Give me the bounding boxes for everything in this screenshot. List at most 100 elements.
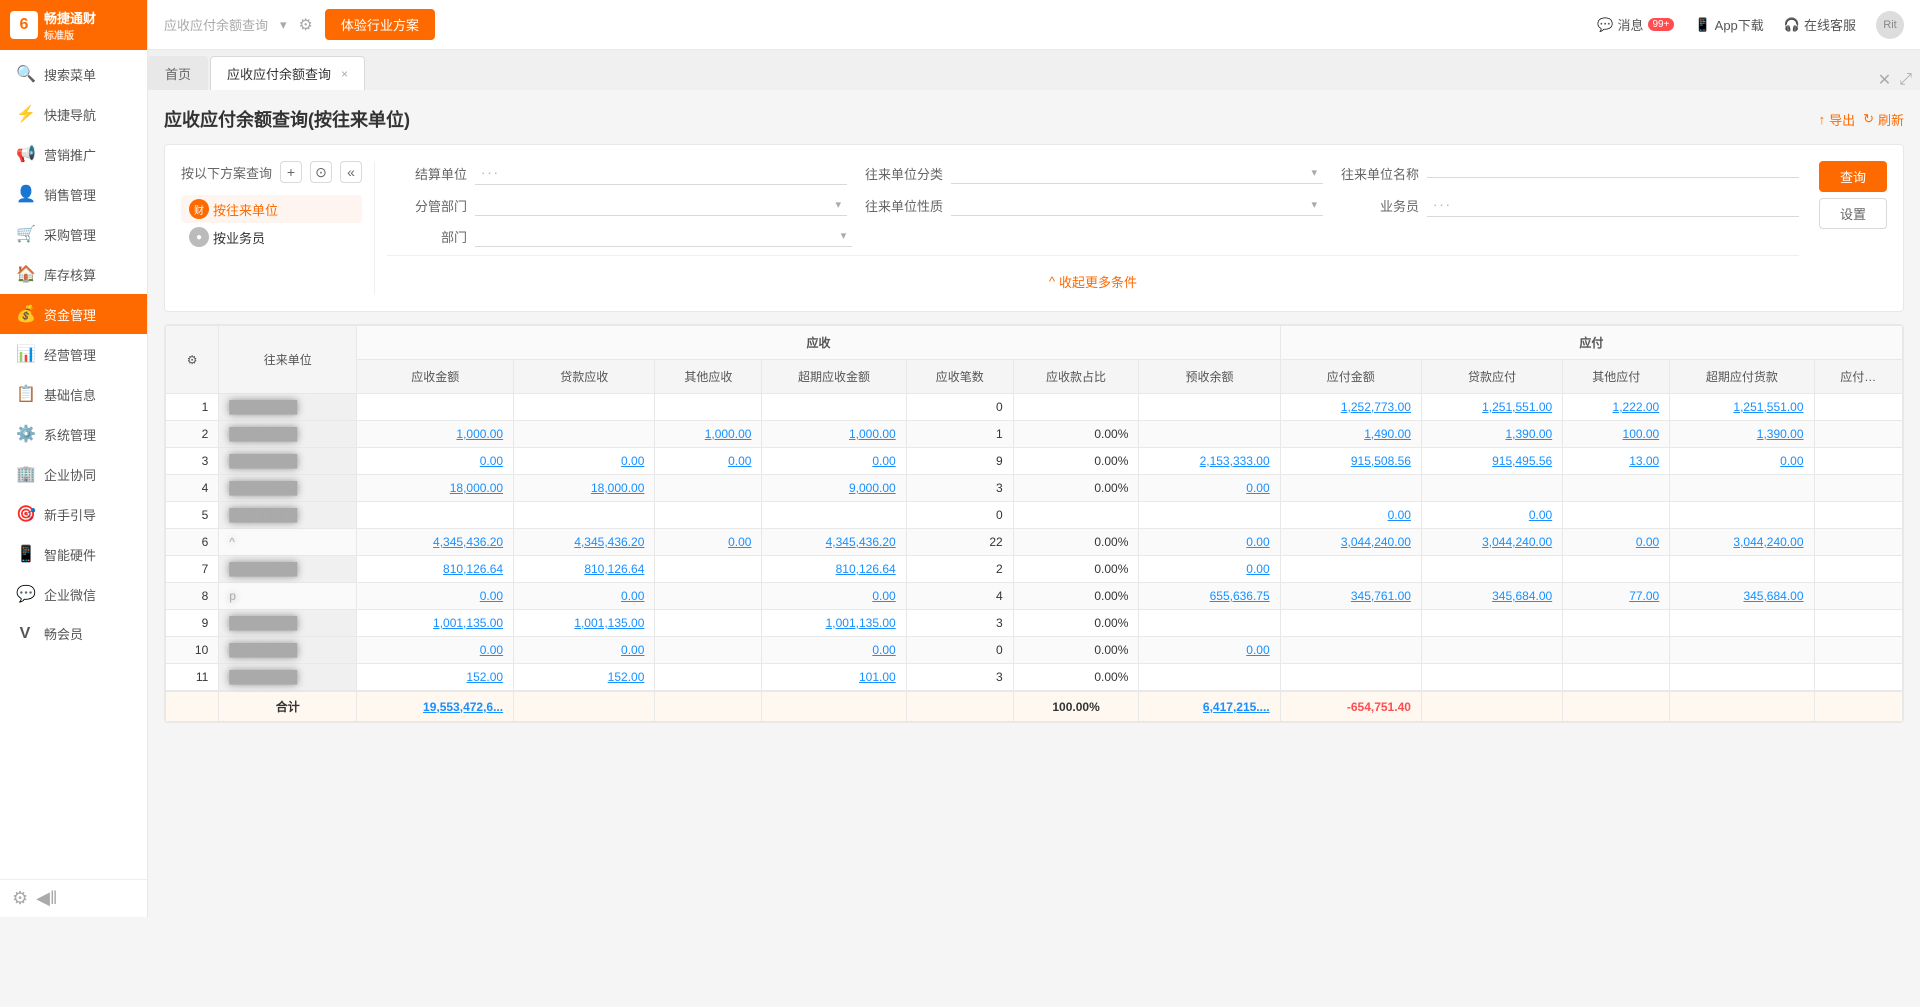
sidebar-item-system[interactable]: ⚙️ 系统管理 (0, 414, 147, 454)
cell-ap_other[interactable]: 0.00 (1563, 529, 1670, 556)
cell-ap_overdue[interactable]: 345,684.00 (1670, 583, 1814, 610)
cell-ap_other[interactable]: 77.00 (1563, 583, 1670, 610)
cell-ar_amount[interactable]: 4,345,436.20 (357, 529, 514, 556)
cell-ap_loan[interactable]: 345,684.00 (1421, 583, 1562, 610)
cell-ap_loan[interactable] (1421, 475, 1562, 502)
partner-name-input[interactable] (1427, 169, 1799, 178)
tab-current[interactable]: 应收应付余额查询 × (210, 56, 365, 90)
cell-ar_prepay[interactable]: 0.00 (1139, 637, 1280, 664)
partner-category-select[interactable]: ▾ (951, 162, 1323, 184)
user-menu[interactable]: Rit (1876, 11, 1904, 39)
cell-ar_amount[interactable]: 18,000.00 (357, 475, 514, 502)
app-download-btn[interactable]: 📱 App下载 (1694, 15, 1763, 34)
cell-ar_overdue[interactable]: 1,001,135.00 (762, 610, 906, 637)
sidebar-item-purchase[interactable]: 🛒 采购管理 (0, 214, 147, 254)
cell-ap_overdue[interactable] (1670, 556, 1814, 583)
set-btn[interactable]: 设置 (1819, 198, 1887, 229)
sidebar-item-hardware[interactable]: 📱 智能硬件 (0, 534, 147, 574)
cell-ap_other[interactable]: 100.00 (1563, 421, 1670, 448)
tab-home[interactable]: 首页 (148, 56, 208, 90)
cell-ap_overdue[interactable]: 1,251,551.00 (1670, 394, 1814, 421)
sidebar-item-shortcut[interactable]: ⚡ 快捷导航 (0, 94, 147, 134)
cell-ar_other[interactable] (655, 556, 762, 583)
cell-ar_other[interactable]: 0.00 (655, 448, 762, 475)
cell-ar_overdue[interactable]: 0.00 (762, 637, 906, 664)
cell-ar_amount[interactable]: 0.00 (357, 637, 514, 664)
cell-ap_amount[interactable]: 3,044,240.00 (1280, 529, 1421, 556)
cell-ap_other[interactable]: 13.00 (1563, 448, 1670, 475)
export-btn[interactable]: ↑ 导出 (1819, 110, 1856, 129)
dept-select[interactable]: ▾ (475, 194, 847, 216)
cell-ar_overdue[interactable]: 1,000.00 (762, 421, 906, 448)
cell-ar_loan[interactable] (514, 394, 655, 421)
cell-ar_prepay[interactable] (1139, 394, 1280, 421)
cell-ap_overdue[interactable]: 3,044,240.00 (1670, 529, 1814, 556)
footer-ar-prepay[interactable]: 6,417,215.... (1139, 691, 1280, 722)
refresh-btn[interactable]: ↻ 刷新 (1863, 110, 1904, 129)
sidebar-item-operation[interactable]: 📊 经营管理 (0, 334, 147, 374)
cell-ar_loan[interactable]: 0.00 (514, 583, 655, 610)
collapse-filter-btn[interactable]: ^ 收起更多条件 (1045, 268, 1141, 295)
cell-ar_prepay[interactable]: 2,153,333.00 (1139, 448, 1280, 475)
cell-ap_overdue[interactable] (1670, 475, 1814, 502)
sidebar-item-search[interactable]: 🔍 搜索菜单 (0, 54, 147, 94)
cell-ap_amount[interactable] (1280, 637, 1421, 664)
cell-ap_other[interactable] (1563, 556, 1670, 583)
cell-ar_prepay[interactable]: 655,636.75 (1139, 583, 1280, 610)
cell-ar_overdue[interactable]: 0.00 (762, 448, 906, 475)
sidebar-item-finance[interactable]: 💰 资金管理 (0, 294, 147, 334)
partner-nature-select[interactable]: ▾ (951, 194, 1323, 216)
add-scheme-btn[interactable]: + (280, 161, 302, 183)
table-scroll-area[interactable]: ⚙ 往来单位 应收 应付 应收金额 贷款应收 其他应收 超期应收金额 应收笔数 … (165, 325, 1903, 722)
cell-ar_amount[interactable]: 1,001,135.00 (357, 610, 514, 637)
cell-ar_other[interactable] (655, 475, 762, 502)
cell-ar_overdue[interactable]: 4,345,436.20 (762, 529, 906, 556)
cell-ar_loan[interactable]: 4,345,436.20 (514, 529, 655, 556)
messages-btn[interactable]: 💬 消息 99+ (1597, 15, 1674, 34)
salesperson-input[interactable]: ··· (1427, 193, 1799, 217)
footer-ar-amount[interactable]: 19,553,472,6... (357, 691, 514, 722)
settings-bottom-icon[interactable]: ⚙ (12, 888, 28, 909)
collapse-scheme-btn[interactable]: « (340, 161, 362, 183)
cell-ar_other[interactable] (655, 394, 762, 421)
cell-ar_overdue[interactable] (762, 502, 906, 529)
settings-scheme-btn[interactable]: ⊙ (310, 161, 332, 183)
cell-ap_other[interactable]: 1,222.00 (1563, 394, 1670, 421)
cell-ar_prepay[interactable] (1139, 610, 1280, 637)
cell-ap_loan[interactable] (1421, 610, 1562, 637)
cell-ar_overdue[interactable]: 101.00 (762, 664, 906, 692)
cell-ap_amount[interactable] (1280, 664, 1421, 692)
cell-ap_amount[interactable]: 1,252,773.00 (1280, 394, 1421, 421)
cell-ar_amount[interactable]: 1,000.00 (357, 421, 514, 448)
cell-ap_other[interactable] (1563, 475, 1670, 502)
cell-ap_loan[interactable]: 3,044,240.00 (1421, 529, 1562, 556)
cell-ar_loan[interactable]: 1,001,135.00 (514, 610, 655, 637)
cell-ar_prepay[interactable] (1139, 502, 1280, 529)
cell-ap_overdue[interactable]: 1,390.00 (1670, 421, 1814, 448)
cell-ar_overdue[interactable]: 810,126.64 (762, 556, 906, 583)
cell-ap_overdue[interactable] (1670, 502, 1814, 529)
cell-ap_overdue[interactable] (1670, 664, 1814, 692)
sidebar-item-inventory[interactable]: 🏠 库存核算 (0, 254, 147, 294)
cell-ar_amount[interactable]: 152.00 (357, 664, 514, 692)
cell-ap_overdue[interactable]: 0.00 (1670, 448, 1814, 475)
online-service-btn[interactable]: 🎧 在线客服 (1784, 15, 1856, 34)
cell-ap_loan[interactable]: 915,495.56 (1421, 448, 1562, 475)
cell-ap_loan[interactable]: 1,390.00 (1421, 421, 1562, 448)
sidebar-item-sales[interactable]: 👤 销售管理 (0, 174, 147, 214)
cell-ar_loan[interactable]: 18,000.00 (514, 475, 655, 502)
cell-ar_loan[interactable]: 152.00 (514, 664, 655, 692)
cell-ar_loan[interactable]: 0.00 (514, 637, 655, 664)
cell-ar_loan[interactable]: 810,126.64 (514, 556, 655, 583)
cell-ar_amount[interactable]: 0.00 (357, 448, 514, 475)
settlement-unit-input[interactable]: ··· (475, 161, 847, 185)
cell-ar_other[interactable] (655, 583, 762, 610)
sidebar-item-vip[interactable]: V 畅会员 (0, 614, 147, 653)
cell-ar_prepay[interactable] (1139, 421, 1280, 448)
cell-ar_amount[interactable] (357, 502, 514, 529)
cell-ap_other[interactable] (1563, 502, 1670, 529)
cell-ap_amount[interactable]: 0.00 (1280, 502, 1421, 529)
nav-dropdown-arrow[interactable]: ▾ (280, 17, 287, 33)
cell-ar_prepay[interactable]: 0.00 (1139, 529, 1280, 556)
cell-ar_other[interactable] (655, 610, 762, 637)
